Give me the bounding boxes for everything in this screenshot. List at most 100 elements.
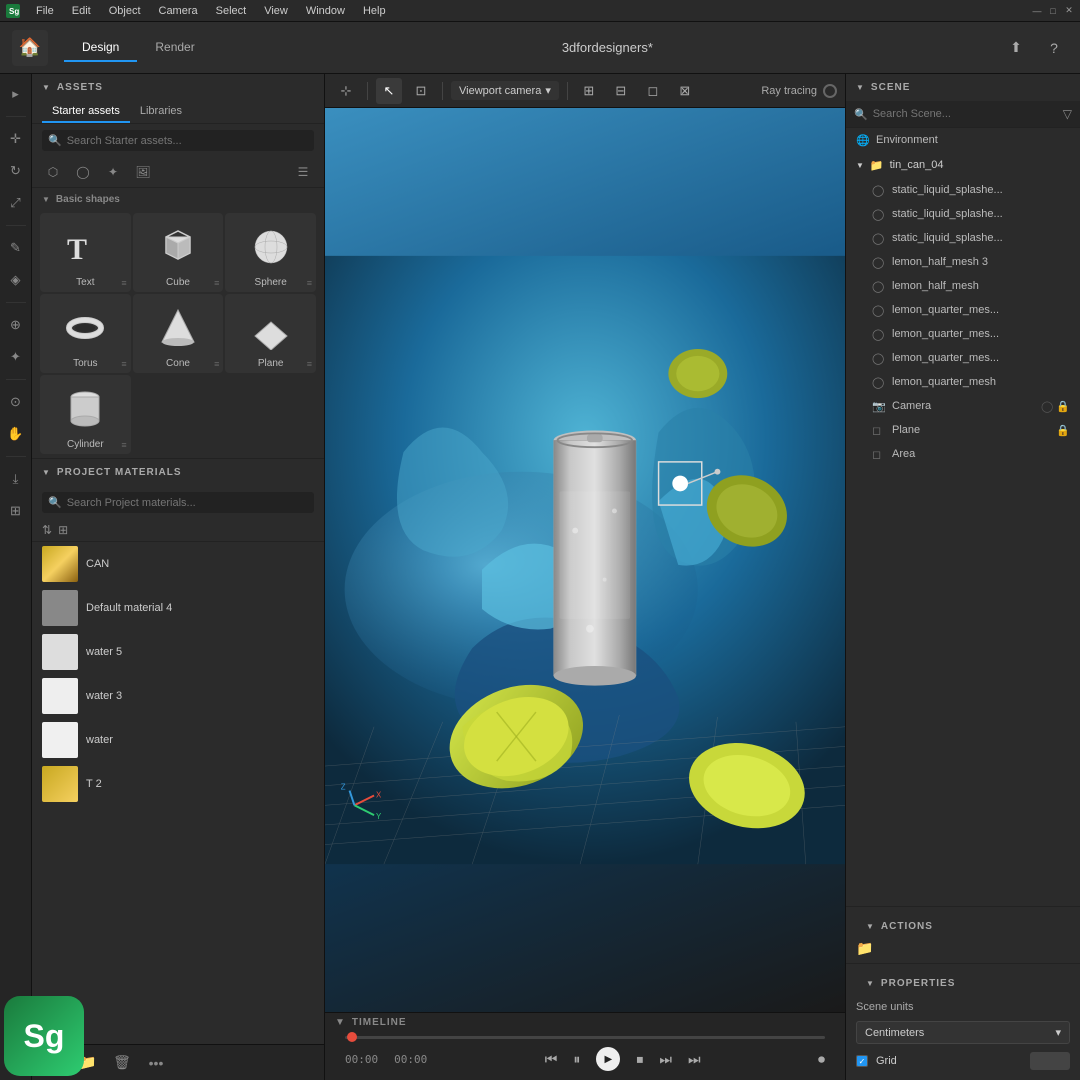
menu-view[interactable]: View: [256, 3, 296, 19]
scene-item-liquid-1[interactable]: ◯ static_liquid_splashe...: [862, 178, 1080, 202]
shape-sphere[interactable]: Sphere ≡: [225, 213, 316, 292]
rotate-button[interactable]: ↻: [2, 157, 30, 185]
scene-item-lemon-q3[interactable]: ◯ lemon_quarter_mes...: [862, 346, 1080, 370]
actions-header[interactable]: ▼ ACTIONS: [856, 913, 1070, 940]
more-options-button[interactable]: •••: [144, 1051, 168, 1075]
transform-button[interactable]: ✛: [2, 125, 30, 153]
assets-section-header[interactable]: ▼ ASSETS: [32, 74, 324, 101]
scene-filter-icon[interactable]: ▽: [1063, 107, 1072, 121]
move-button[interactable]: ✦: [2, 343, 30, 371]
add-material-button[interactable]: ＋: [42, 1051, 66, 1075]
shape-torus[interactable]: Torus ≡: [40, 294, 131, 373]
shape-plane[interactable]: Plane ≡: [225, 294, 316, 373]
tab-starter-assets[interactable]: Starter assets: [42, 101, 130, 123]
add-object-button[interactable]: ⊕: [2, 311, 30, 339]
search-scene-button[interactable]: ⊙: [2, 388, 30, 416]
filter-image-btn[interactable]: 🖼: [132, 161, 154, 183]
scene-item-lemon-half[interactable]: ◯ lemon_half_mesh: [862, 274, 1080, 298]
maximize-button[interactable]: □: [1046, 4, 1060, 18]
shape-cube[interactable]: Cube ≡: [133, 213, 224, 292]
shape-cube-settings[interactable]: ≡: [214, 278, 219, 288]
shape-cone-settings[interactable]: ≡: [214, 359, 219, 369]
menu-help[interactable]: Help: [355, 3, 394, 19]
help-button[interactable]: ?: [1040, 34, 1068, 62]
scene-item-lemon-q2[interactable]: ◯ lemon_quarter_mes...: [862, 322, 1080, 346]
menu-camera[interactable]: Camera: [151, 3, 206, 19]
stop-button[interactable]: ⏹: [636, 1051, 643, 1068]
scene-item-lemon-half-3[interactable]: ◯ lemon_half_mesh 3: [862, 250, 1080, 274]
scene-item-lemon-q4[interactable]: ◯ lemon_quarter_mesh: [862, 370, 1080, 394]
assets-search-input[interactable]: [67, 135, 308, 147]
select-tool-button[interactable]: ▸: [2, 80, 30, 108]
scene-item-camera[interactable]: 📷 Camera ◯ 🔒: [862, 394, 1080, 418]
scene-folder-tin-can[interactable]: ▼ 📁 tin_can_04: [846, 152, 1080, 178]
scene-search-input[interactable]: [873, 108, 1058, 120]
filter-light-btn[interactable]: ✦: [102, 161, 124, 183]
scale-button[interactable]: ⤢: [2, 189, 30, 217]
vt-frame-btn[interactable]: ⊞: [576, 78, 602, 104]
paint-button[interactable]: ✎: [2, 234, 30, 262]
material-item-default4[interactable]: Default material 4: [32, 586, 324, 630]
record-button[interactable]: ⏺: [818, 1051, 825, 1068]
hand-tool-button[interactable]: ✋: [2, 420, 30, 448]
scene-item-environment[interactable]: 🌐 Environment: [846, 128, 1080, 152]
filter-3d-btn[interactable]: ⬡: [42, 161, 64, 183]
material-item-water[interactable]: water: [32, 718, 324, 762]
menu-window[interactable]: Window: [298, 3, 353, 19]
menu-select[interactable]: Select: [208, 3, 255, 19]
scene-item-plane[interactable]: ◻ Plane 🔒: [862, 418, 1080, 442]
step-forward-button[interactable]: ⏭: [659, 1051, 672, 1068]
close-button[interactable]: ✕: [1062, 4, 1076, 18]
shape-cylinder-settings[interactable]: ≡: [121, 440, 126, 450]
shape-sphere-settings[interactable]: ≡: [307, 278, 312, 288]
project-materials-header[interactable]: ▼ PROJECT MATERIALS: [32, 459, 324, 486]
goto-end-button[interactable]: ⏭: [688, 1051, 701, 1068]
menu-file[interactable]: File: [28, 3, 62, 19]
step-back-button[interactable]: ⏸: [573, 1051, 580, 1068]
viewport-snap-btn[interactable]: ⊡: [408, 78, 434, 104]
delete-material-button[interactable]: 🗑: [110, 1051, 134, 1075]
shape-text[interactable]: T Text ≡: [40, 213, 131, 292]
filter-material-btn[interactable]: ◯: [72, 161, 94, 183]
material-item-water3[interactable]: water 3: [32, 674, 324, 718]
scene-units-dropdown[interactable]: Centimeters ▾: [856, 1021, 1070, 1044]
shape-text-settings[interactable]: ≡: [121, 278, 126, 288]
tab-render[interactable]: Render: [137, 34, 212, 62]
minimize-button[interactable]: —: [1030, 4, 1044, 18]
scene-item-lemon-q1[interactable]: ◯ lemon_quarter_mes...: [862, 298, 1080, 322]
materials-search-input[interactable]: [67, 497, 308, 509]
play-button[interactable]: ▶: [596, 1047, 620, 1071]
timeline-scrubber[interactable]: [345, 1036, 825, 1039]
tab-libraries[interactable]: Libraries: [130, 101, 192, 123]
goto-start-button[interactable]: ⏮: [545, 1051, 558, 1068]
scene-header[interactable]: ▼ SCENE: [846, 74, 1080, 101]
shape-cone[interactable]: Cone ≡: [133, 294, 224, 373]
add-action-button[interactable]: 📁: [856, 940, 1070, 957]
camera-dropdown[interactable]: Viewport camera ▾: [451, 81, 559, 100]
menu-object[interactable]: Object: [101, 3, 149, 19]
viewport-tool-1[interactable]: ⊹: [333, 78, 359, 104]
tab-design[interactable]: Design: [64, 34, 137, 62]
grid-toggle[interactable]: [1030, 1052, 1070, 1070]
vt-align-btn[interactable]: ⊠: [672, 78, 698, 104]
material-item-t2[interactable]: T 2: [32, 762, 324, 806]
shape-cylinder[interactable]: Cylinder ≡: [40, 375, 131, 454]
import-material-button[interactable]: 📁: [76, 1051, 100, 1075]
scene-item-liquid-2[interactable]: ◯ static_liquid_splashe...: [862, 202, 1080, 226]
layers-button[interactable]: ⊞: [2, 497, 30, 525]
grid-checkbox[interactable]: ✓: [856, 1055, 868, 1067]
scene-item-area[interactable]: ◻ Area: [862, 442, 1080, 466]
material-button[interactable]: ◈: [2, 266, 30, 294]
shape-torus-settings[interactable]: ≡: [121, 359, 126, 369]
materials-sort-button[interactable]: ⇅: [42, 523, 52, 537]
material-item-water5[interactable]: water 5: [32, 630, 324, 674]
vt-snap-btn[interactable]: ◻: [640, 78, 666, 104]
filter-list-btn[interactable]: ☰: [292, 161, 314, 183]
menu-edit[interactable]: Edit: [64, 3, 99, 19]
viewport-canvas[interactable]: X Y Z: [325, 108, 845, 1012]
share-button[interactable]: ⬆: [1002, 34, 1030, 62]
properties-header[interactable]: ▼ PROPERTIES: [856, 970, 1070, 997]
vt-grid-btn[interactable]: ⊟: [608, 78, 634, 104]
viewport-move-btn[interactable]: ↖: [376, 78, 402, 104]
scene-item-liquid-3[interactable]: ◯ static_liquid_splashe...: [862, 226, 1080, 250]
